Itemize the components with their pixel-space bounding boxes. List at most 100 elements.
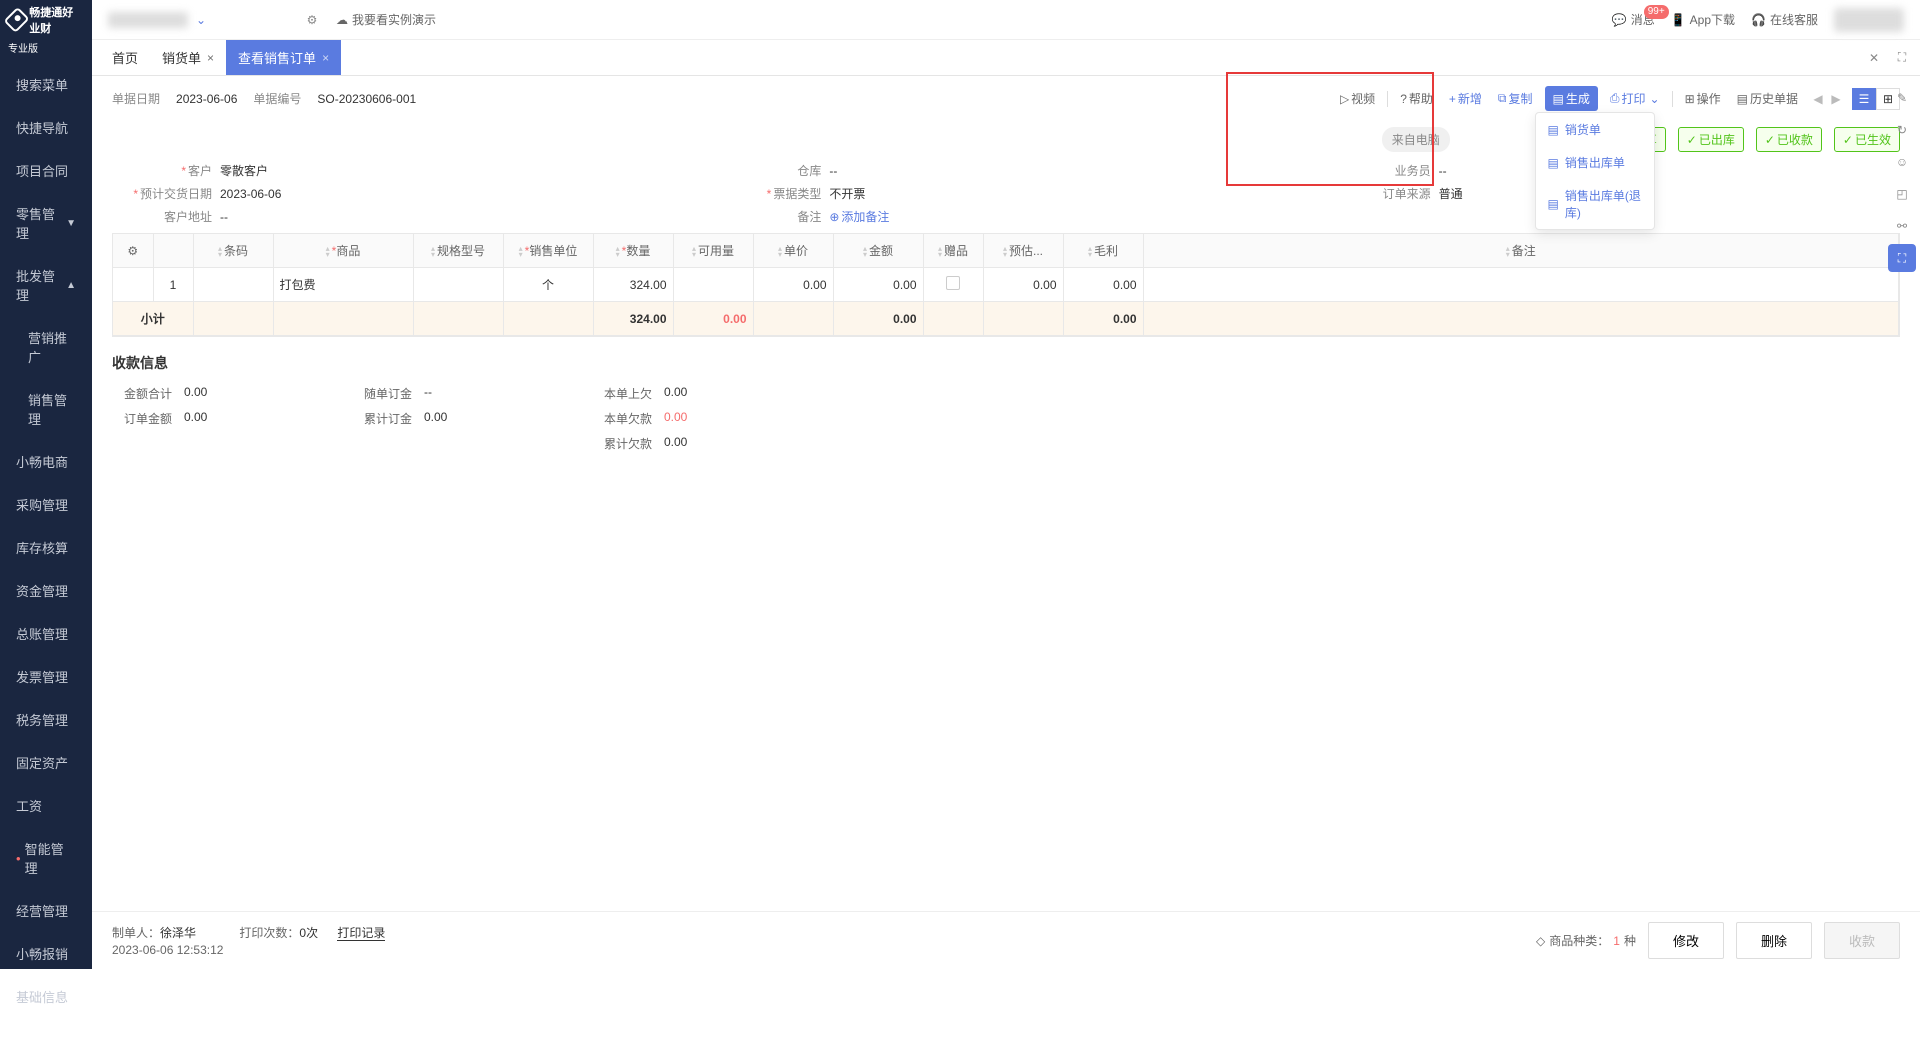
rail-expand-icon[interactable]: ⛶ xyxy=(1888,244,1916,272)
sidebar-item-13[interactable]: 税务管理 xyxy=(0,698,92,741)
sidebar-item-0[interactable]: 搜索菜单 xyxy=(0,63,92,106)
sidebar-item-15[interactable]: 工资 xyxy=(0,784,92,827)
org-settings-icon[interactable]: ⚙ xyxy=(300,8,324,32)
customer-service-link[interactable]: 🎧 在线客服 xyxy=(1751,11,1818,28)
close-icon[interactable]: × xyxy=(322,51,329,65)
history-button[interactable]: ▤历史单据 xyxy=(1733,86,1802,111)
checkbox-icon[interactable] xyxy=(946,276,960,290)
sidebar-item-5[interactable]: 营销推广 xyxy=(0,316,92,378)
dropdown-item-return[interactable]: ▤销售出库单(退库) xyxy=(1536,179,1654,229)
sidebar-item-label: 采购管理 xyxy=(16,495,68,514)
sidebar-item-12[interactable]: 发票管理 xyxy=(0,655,92,698)
sidebar-item-3[interactable]: 零售管理▼ xyxy=(0,192,92,254)
col-spec[interactable]: ▴▾规格型号 xyxy=(413,234,503,268)
col-barcode[interactable]: ▴▾条码 xyxy=(193,234,273,268)
sidebar-item-label: 批发管理 xyxy=(16,266,66,304)
col-remark[interactable]: ▴▾备注 xyxy=(1143,234,1899,268)
org-selector[interactable]: ⌄ xyxy=(108,12,288,28)
print-log-link[interactable]: 打印记录 xyxy=(337,926,385,941)
sidebar-item-9[interactable]: 库存核算 xyxy=(0,526,92,569)
tab-0[interactable]: 首页 xyxy=(100,40,150,75)
sidebar-item-14[interactable]: 固定资产 xyxy=(0,741,92,784)
rail-user-icon[interactable]: ☺ xyxy=(1888,148,1916,176)
app-download-link[interactable]: 📱 App下载 xyxy=(1671,11,1735,28)
customer-value: 零散客户 xyxy=(220,162,268,179)
sidebar-item-16[interactable]: 智能管理 xyxy=(0,827,92,889)
sidebar-item-2[interactable]: 项目合同 xyxy=(0,149,92,192)
row-gift[interactable] xyxy=(923,268,983,302)
subtotal-amount: 0.00 xyxy=(833,302,923,336)
rail-history-icon[interactable]: ↻ xyxy=(1888,116,1916,144)
question-icon: ? xyxy=(1400,92,1407,106)
next-doc-icon[interactable]: ▶ xyxy=(1828,89,1844,109)
col-qty[interactable]: ▴▾*数量 xyxy=(593,234,673,268)
col-unit[interactable]: ▴▾*销售单位 xyxy=(503,234,593,268)
help-link[interactable]: ?帮助 xyxy=(1396,86,1437,111)
modify-button[interactable]: 修改 xyxy=(1648,922,1724,959)
col-gear[interactable]: ⚙ xyxy=(113,234,153,268)
row-price: 0.00 xyxy=(753,268,833,302)
sidebar-item-7[interactable]: 小畅电商 xyxy=(0,440,92,483)
sidebar-item-17[interactable]: 经营管理 xyxy=(0,889,92,932)
copy-icon: ⧉ xyxy=(1498,91,1507,106)
plus-circle-icon: ⊕ xyxy=(829,210,839,224)
sidebar-item-8[interactable]: 采购管理 xyxy=(0,483,92,526)
dropdown-item-sales[interactable]: ▤销货单 xyxy=(1536,113,1654,146)
sidebar-item-label: 零售管理 xyxy=(16,204,66,242)
table-row[interactable]: 1 打包费 个 324.00 0.00 0.00 0.00 0.00 xyxy=(113,268,1899,302)
user-avatar-blurred[interactable] xyxy=(1834,8,1904,32)
sidebar-item-label: 小畅电商 xyxy=(16,452,68,471)
sidebar-item-6[interactable]: 销售管理 xyxy=(0,378,92,440)
tab-2[interactable]: 查看销售订单× xyxy=(226,40,341,75)
add-note-link[interactable]: ⊕添加备注 xyxy=(829,208,889,225)
address-value: -- xyxy=(220,210,228,224)
dropdown-item-outbound[interactable]: ▤销售出库单 xyxy=(1536,146,1654,179)
col-product[interactable]: ▴▾*商品 xyxy=(273,234,413,268)
note-label: 备注 xyxy=(797,210,821,224)
col-profit[interactable]: ▴▾毛利 xyxy=(1063,234,1143,268)
sidebar-item-10[interactable]: 资金管理 xyxy=(0,569,92,612)
col-estimate[interactable]: ▴▾预估... xyxy=(983,234,1063,268)
rail-note-icon[interactable]: ✎ xyxy=(1888,84,1916,112)
sidebar-item-4[interactable]: 批发管理▲ xyxy=(0,254,92,316)
order-amount-value: 0.00 xyxy=(184,410,207,427)
close-all-tabs-icon[interactable]: ✕ xyxy=(1864,48,1884,68)
sidebar-item-1[interactable]: 快捷导航 xyxy=(0,106,92,149)
view-list-icon[interactable]: ☰ xyxy=(1852,88,1876,110)
print-button[interactable]: ⎙打印⌄ xyxy=(1606,86,1664,111)
row-amount: 0.00 xyxy=(833,268,923,302)
source-chip: 来自电脑 xyxy=(1382,127,1450,152)
fullscreen-icon[interactable]: ⛶ xyxy=(1892,48,1912,68)
demo-link[interactable]: ☁ 我要看实例演示 xyxy=(336,11,436,28)
warehouse-label: 仓库 xyxy=(797,164,821,178)
rail-ticket-icon[interactable]: ◰ xyxy=(1888,180,1916,208)
current-owe-value: 0.00 xyxy=(664,385,687,402)
sidebar-item-label: 经营管理 xyxy=(16,901,68,920)
rail-link-icon[interactable]: ⚯ xyxy=(1888,212,1916,240)
operate-button[interactable]: ⊞操作 xyxy=(1681,86,1725,111)
tab-1[interactable]: 销货单× xyxy=(150,40,226,75)
col-available[interactable]: ▴▾可用量 xyxy=(673,234,753,268)
col-no xyxy=(153,234,193,268)
address-label: 客户地址 xyxy=(164,210,212,224)
accum-deposit-label: 累计订金 xyxy=(352,410,412,427)
accum-debt-value: 0.00 xyxy=(664,435,687,452)
col-amount[interactable]: ▴▾金额 xyxy=(833,234,923,268)
col-price[interactable]: ▴▾单价 xyxy=(753,234,833,268)
prev-doc-icon[interactable]: ◀ xyxy=(1810,89,1826,109)
row-product: 打包费 xyxy=(273,268,413,302)
copy-button[interactable]: ⧉复制 xyxy=(1494,86,1537,111)
add-button[interactable]: +新增 xyxy=(1445,86,1486,111)
delete-button[interactable]: 删除 xyxy=(1736,922,1812,959)
sidebar-item-19[interactable]: 基础信息 xyxy=(0,975,92,1018)
sidebar-item-11[interactable]: 总账管理 xyxy=(0,612,92,655)
sidebar-item-label: 工资 xyxy=(16,796,42,815)
sidebar-settings-icon[interactable]: ⚙ xyxy=(0,1018,92,1062)
video-link[interactable]: ▷视频 xyxy=(1336,86,1379,111)
close-icon[interactable]: × xyxy=(207,51,214,65)
generate-button[interactable]: ▤生成 ▤销货单 ▤销售出库单 ▤销售出库单(退库) xyxy=(1545,86,1598,111)
subtotal-profit: 0.00 xyxy=(1063,302,1143,336)
row-unit: 个 xyxy=(503,268,593,302)
col-gift[interactable]: ▴▾赠品 xyxy=(923,234,983,268)
messages-link[interactable]: 💬 消息 99+ xyxy=(1612,11,1655,28)
